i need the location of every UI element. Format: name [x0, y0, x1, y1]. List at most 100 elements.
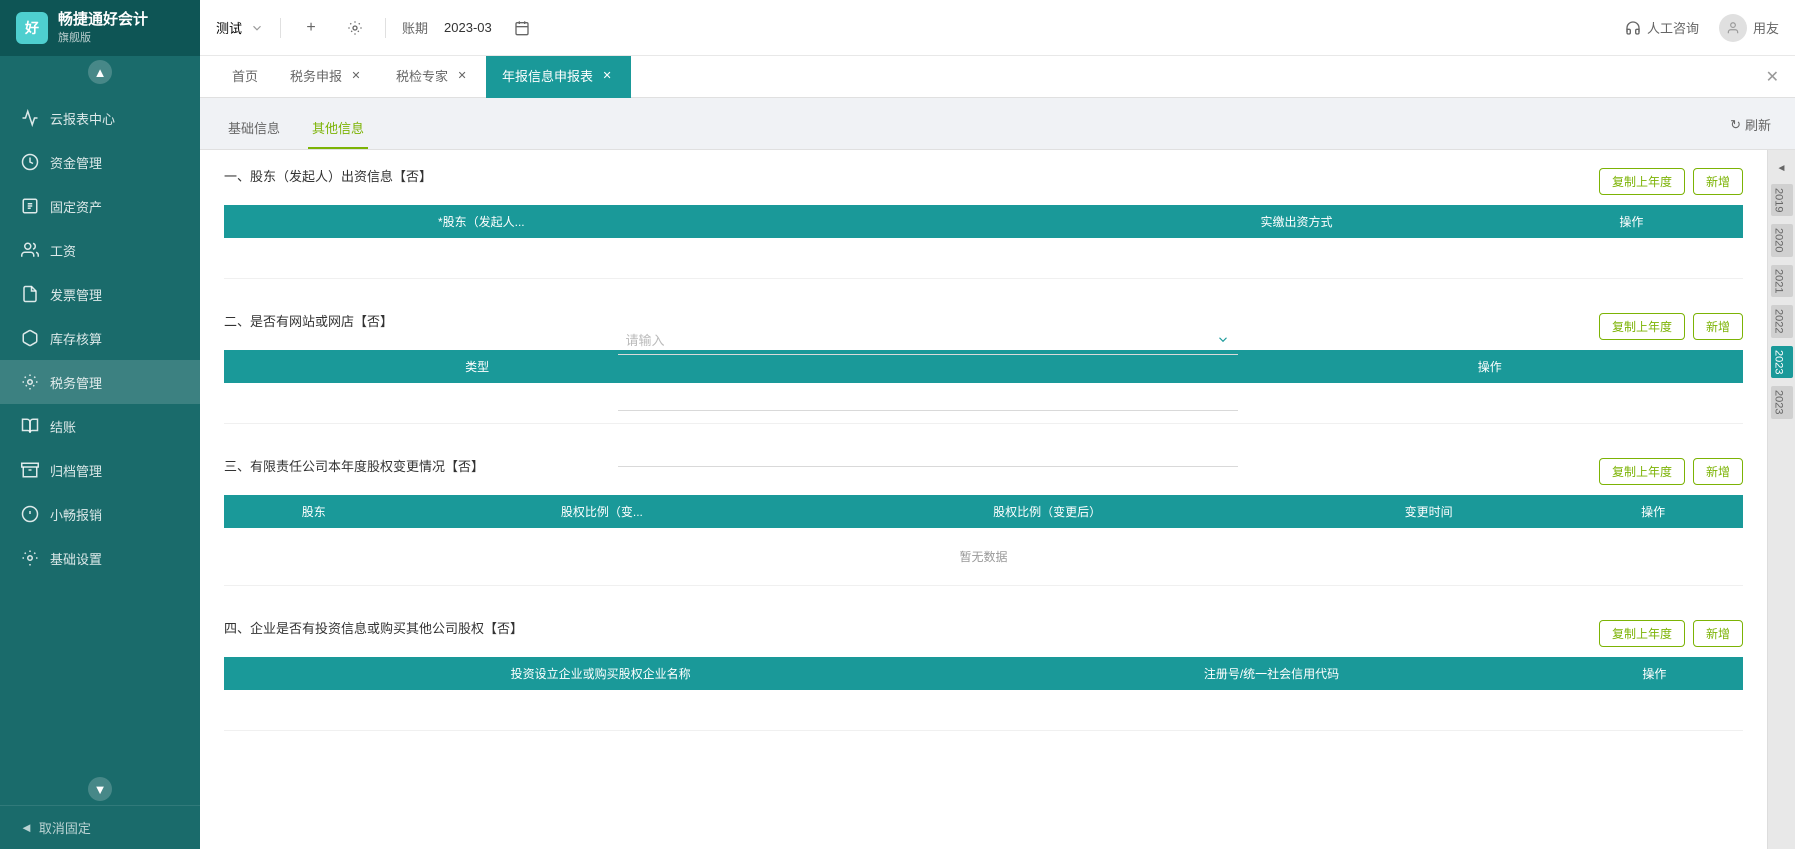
tab-annual-report[interactable]: 年报信息申报表 ✕: [486, 56, 631, 98]
col-ops2: 操作: [1237, 350, 1743, 383]
tab-tax-declare-close[interactable]: ✕: [348, 68, 364, 84]
sidebar-scroll-down[interactable]: ▼: [88, 777, 112, 801]
sidebar-item-tax[interactable]: 税务管理: [0, 360, 200, 404]
sidebar-label-settings: 基础设置: [50, 549, 102, 568]
sidebar-item-fixed-asset[interactable]: 固定资产: [0, 184, 200, 228]
sub-tab-other-info[interactable]: 其他信息: [308, 110, 368, 149]
year-tag-2023b[interactable]: 2023: [1771, 386, 1793, 418]
sidebar-header: 好 畅捷通好会计 旗舰版: [0, 0, 200, 56]
company-selector[interactable]: 测试: [216, 18, 264, 37]
unpin-label: 取消固定: [39, 818, 91, 837]
sidebar: 好 畅捷通好会计 旗舰版 ▲ 云报表中心: [0, 0, 200, 849]
section3-add-btn[interactable]: 新增: [1693, 458, 1743, 485]
year-tag-2021[interactable]: 2021: [1771, 265, 1793, 297]
report-icon: [20, 504, 40, 524]
col-empty3: [962, 205, 1074, 238]
settings-btn[interactable]: [341, 14, 369, 42]
modal-overlay[interactable]: 好 畅捷通好会计 旗舰版 ▲ 云报表中心: [0, 0, 1795, 849]
sidebar-label-fund: 资金管理: [50, 153, 102, 172]
col-ops4: 操作: [1566, 657, 1743, 690]
app-name: 畅捷通好会计: [58, 11, 148, 29]
section1-add-btn[interactable]: 新增: [1693, 168, 1743, 195]
section4-add-btn[interactable]: 新增: [1693, 620, 1743, 647]
sub-tab-basic-info[interactable]: 基础信息: [224, 110, 284, 149]
sidebar-scroll-up[interactable]: ▲: [88, 60, 112, 84]
sidebar-label-cloud-report: 云报表中心: [50, 109, 115, 128]
col-change-time: 变更时间: [1294, 495, 1563, 528]
form-row-url: * 网址: [558, 439, 1238, 467]
fixed-asset-icon: [20, 196, 40, 216]
sidebar-nav: 云报表中心 资金管理 固定资产: [0, 88, 200, 777]
tab-tax-expert-label: 税检专家: [396, 66, 448, 85]
sidebar-item-inventory[interactable]: 库存核算: [0, 316, 200, 360]
user-name: 用友: [1753, 18, 1779, 37]
user-service[interactable]: 人工咨询: [1625, 18, 1699, 37]
inventory-icon: [20, 328, 40, 348]
tab-home[interactable]: 首页: [216, 56, 274, 98]
section1-title: 一、股东（发起人）出资信息【否】: [224, 166, 432, 185]
section2-copy-btn[interactable]: 复制上年度: [1599, 313, 1685, 340]
sidebar-label-archive: 归档管理: [50, 461, 102, 480]
url-input[interactable]: [618, 439, 1238, 467]
tabs-close-all[interactable]: ✕: [1766, 67, 1779, 87]
sidebar-unpin[interactable]: ◄ 取消固定: [0, 805, 200, 849]
sidebar-item-payroll[interactable]: 工资: [0, 228, 200, 272]
section1-table: *股东（发起人... 实缴出资方式 操作: [224, 205, 1743, 279]
page-inner: 一、股东（发起人）出资信息【否】 复制上年度 新增 *股东（发起人...: [200, 150, 1767, 849]
section2-add-btn[interactable]: 新增: [1693, 313, 1743, 340]
tab-tax-expert[interactable]: 税检专家 ✕: [380, 56, 486, 98]
section3-copy-btn[interactable]: 复制上年度: [1599, 458, 1685, 485]
section4-copy-btn[interactable]: 复制上年度: [1599, 620, 1685, 647]
add-btn[interactable]: +: [297, 14, 325, 42]
section1-copy-btn[interactable]: 复制上年度: [1599, 168, 1685, 195]
col-empty1: [739, 205, 851, 238]
sidebar-item-settle[interactable]: 结账: [0, 404, 200, 448]
topbar-right: 人工咨询 用友: [1625, 14, 1779, 42]
type-input[interactable]: [618, 327, 1238, 355]
name-input[interactable]: [618, 383, 1238, 411]
sidebar-label-inventory: 库存核算: [50, 329, 102, 348]
col-payment-method: 实缴出资方式: [1073, 205, 1519, 238]
sidebar-item-settings[interactable]: 基础设置: [0, 536, 200, 580]
col-invest-company: 投资设立企业或购买股权企业名称: [224, 657, 977, 690]
tab-tax-expert-close[interactable]: ✕: [454, 68, 470, 84]
sidebar-label-tax: 税务管理: [50, 373, 102, 392]
sub-tab-actions: ↻ 刷新: [1730, 115, 1771, 144]
refresh-btn[interactable]: ↻ 刷新: [1730, 115, 1771, 134]
settings-icon: [20, 548, 40, 568]
sub-tab-basic-info-label: 基础信息: [228, 121, 280, 136]
refresh-icon: ↻: [1730, 117, 1741, 133]
year-tag-2023[interactable]: 2023: [1771, 346, 1793, 378]
sidebar-item-archive[interactable]: 归档管理: [0, 448, 200, 492]
col-type: 类型: [224, 350, 730, 383]
side-panel-collapse[interactable]: ◄: [1772, 158, 1792, 178]
col-credit-code: 注册号/统一社会信用代码: [977, 657, 1565, 690]
user-info[interactable]: 用友: [1719, 14, 1779, 42]
calendar-btn[interactable]: [508, 14, 536, 42]
col-empty5: [983, 350, 1236, 383]
section4-actions: 复制上年度 新增: [1599, 620, 1743, 647]
topbar-divider-2: [385, 18, 386, 38]
section3-table: 股东 股权比例（变... 股权比例（变更后） 变更时间 操作 暂无数据: [224, 495, 1743, 586]
cloud-report-icon: [20, 108, 40, 128]
tab-annual-report-close[interactable]: ✕: [599, 68, 615, 84]
name-field: [618, 383, 1238, 411]
topbar-divider-1: [280, 18, 281, 38]
tab-annual-report-label: 年报信息申报表: [502, 66, 593, 85]
side-panel: ◄ 2019 2020 2021 2022 2023 2023: [1767, 150, 1795, 849]
year-tag-2019[interactable]: 2019: [1771, 184, 1793, 216]
tab-tax-declare[interactable]: 税务申报 ✕: [274, 56, 380, 98]
year-tag-2020[interactable]: 2020: [1771, 224, 1793, 256]
url-field: [618, 439, 1238, 467]
sidebar-item-cloud-report[interactable]: 云报表中心: [0, 96, 200, 140]
col-ops1: 操作: [1520, 205, 1743, 238]
year-tag-2022[interactable]: 2022: [1771, 305, 1793, 337]
sidebar-label-report: 小畅报销: [50, 505, 102, 524]
col-empty2: [850, 205, 962, 238]
sidebar-item-report[interactable]: 小畅报销: [0, 492, 200, 536]
section4-table: 投资设立企业或购买股权企业名称 注册号/统一社会信用代码 操作: [224, 657, 1743, 731]
section3-title: 三、有限责任公司本年度股权变更情况【否】: [224, 456, 484, 475]
tax-icon: [20, 372, 40, 392]
sidebar-item-fund[interactable]: 资金管理: [0, 140, 200, 184]
sidebar-item-invoice[interactable]: 发票管理: [0, 272, 200, 316]
